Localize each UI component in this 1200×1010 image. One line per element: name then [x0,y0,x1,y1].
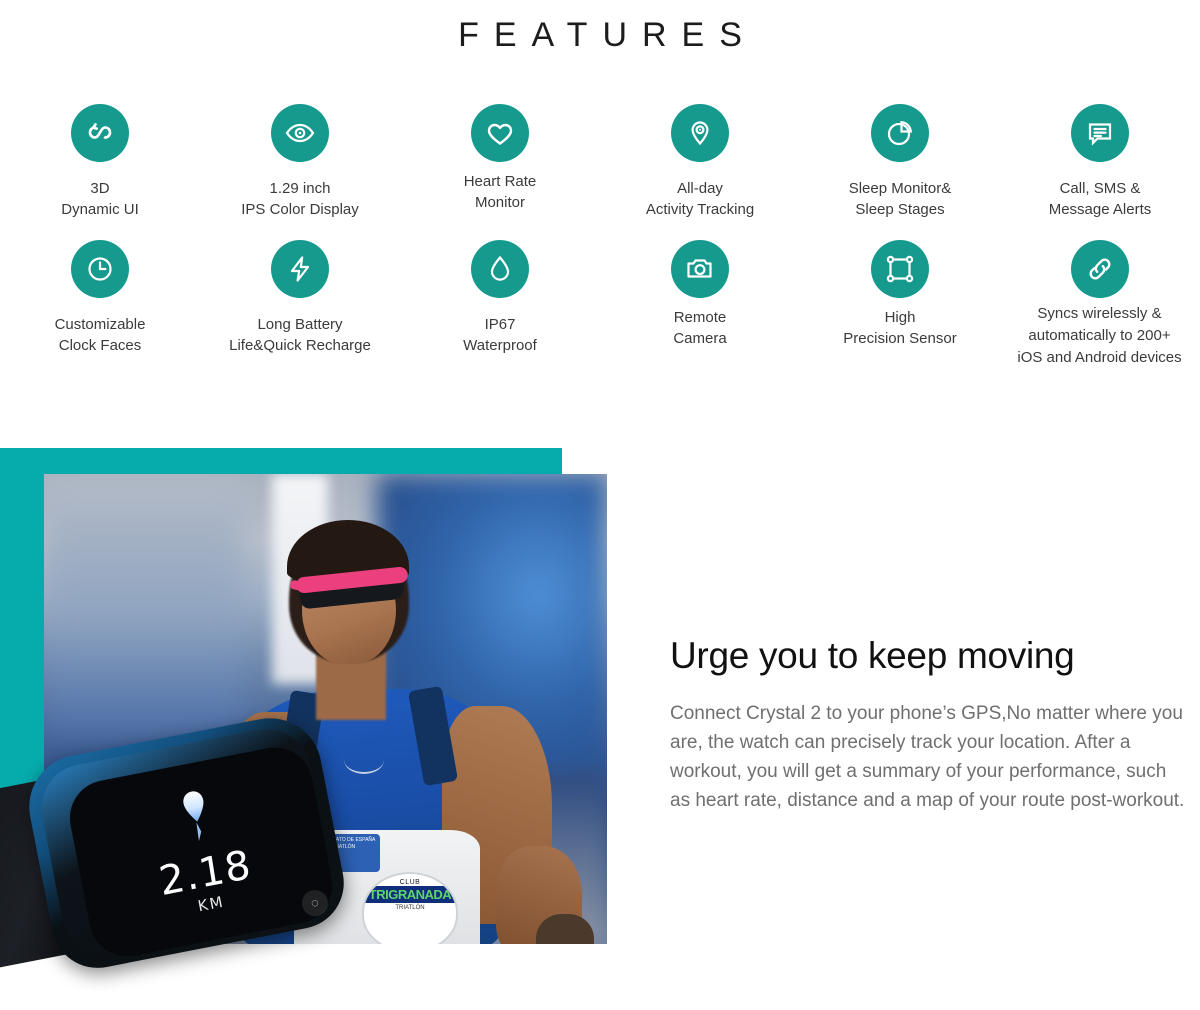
feature-label: Customizable Clock Faces [54,316,146,354]
watch-location-pin-icon [176,787,217,850]
infinity-loop-icon [71,104,129,162]
features-row-2: Customizable Clock Faces Long Battery Li… [0,240,1200,369]
feature-item-display: 1.29 inch IPS Color Display [200,104,400,220]
runner-necklace [344,746,384,774]
feature-item-sync: Syncs wirelessly & automatically to 200+… [992,240,1200,369]
heart-icon [471,104,529,162]
feature-label: High Precision Sensor [843,309,957,347]
hero-heading: Urge you to keep moving [670,635,1075,676]
feature-item-waterproof: IP67 Waterproof [400,240,600,369]
feature-label: All-day Activity Tracking [645,180,755,218]
location-pin-icon [671,104,729,162]
feature-item-battery: Long Battery Life&Quick Recharge [200,240,400,369]
hero-text-column: Urge you to keep moving Connect Crystal … [670,635,1190,815]
club-logo: CLUB TRIGRANADA TRIATLÓN [362,872,458,944]
camera-icon [671,240,729,298]
feature-label: 3D Dynamic UI [61,180,139,218]
feature-label: IP67 Waterproof [463,316,537,354]
sensor-square-icon [871,240,929,298]
feature-item-dynamic-ui: 3D Dynamic UI [0,104,200,220]
feature-item-sleep-monitor: Sleep Monitor& Sleep Stages [800,104,1000,220]
feature-item-precision-sensor: High Precision Sensor [800,240,1000,369]
watch-bezel: 2.18 KM [34,721,339,966]
feature-item-heart-rate: Heart Rate Monitor [400,104,600,220]
chain-link-icon [1070,240,1129,298]
feature-item-activity-tracking: All-day Activity Tracking [600,104,800,220]
lightning-bolt-icon [271,240,329,298]
feature-label: Long Battery Life&Quick Recharge [229,316,371,354]
hero-paragraph: Connect Crystal 2 to your phone’s GPS,No… [670,703,1185,811]
photo-background-left [44,474,244,734]
pie-chart-icon [871,104,929,162]
feature-label: Remote Camera [673,309,727,347]
feature-item-clock-faces: Customizable Clock Faces [0,240,200,369]
feature-label: Heart Rate Monitor [463,173,537,211]
features-grid: 3D Dynamic UI 1.29 inch IPS Color Displa… [0,104,1200,369]
chat-bubble-icon [1071,104,1129,162]
club-logo-main: TRIGRANADA [364,886,456,903]
club-logo-bottom: TRIATLÓN [395,905,425,911]
watch-screen: 2.18 KM [63,741,339,963]
water-drop-icon [471,240,529,298]
page-title: FEATURES [458,16,757,54]
feature-item-message-alerts: Call, SMS & Message Alerts [1000,104,1200,220]
feature-item-remote-camera: Remote Camera [600,240,800,369]
feature-label: 1.29 inch IPS Color Display [241,180,359,218]
features-row-1: 3D Dynamic UI 1.29 inch IPS Color Displa… [0,104,1200,220]
feature-label: Sleep Monitor& Sleep Stages [848,180,952,218]
eye-icon [271,104,329,162]
hero-section: CAMPEONATO DE ESPAÑA TRIATLÓN CLUB TRIGR… [0,440,1200,976]
feature-label: Syncs wirelessly & automatically to 200+… [1017,305,1182,366]
clock-icon [71,240,129,298]
feature-label: Call, SMS & Message Alerts [1048,180,1152,218]
